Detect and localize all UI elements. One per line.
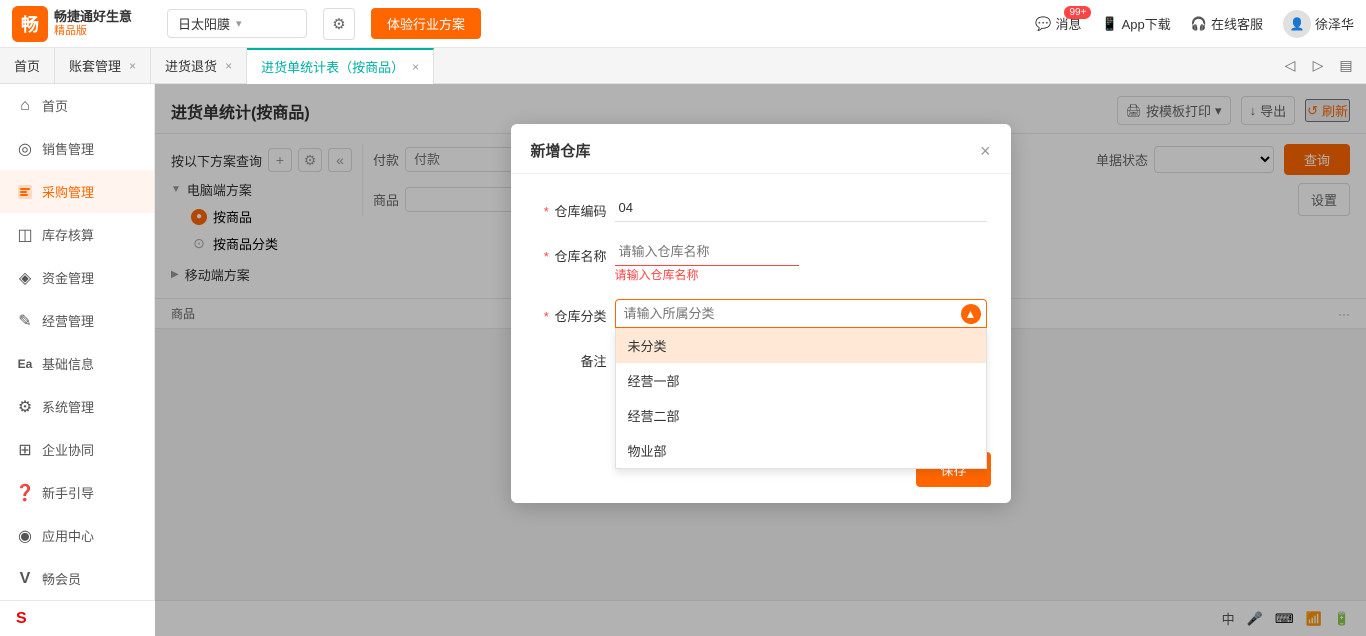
tab-home[interactable]: 首页 bbox=[0, 48, 55, 84]
message-icon: 💬 bbox=[1035, 16, 1051, 32]
tab-close-purchase-return[interactable]: × bbox=[225, 59, 232, 73]
sidebar-item-operation[interactable]: ✎ 经营管理 bbox=[0, 299, 154, 342]
home-icon: ⌂ bbox=[16, 97, 34, 115]
finance-icon: ◈ bbox=[16, 269, 34, 287]
app-download-button[interactable]: 📱 App下载 bbox=[1101, 14, 1170, 33]
modal-overlay: 新增仓库 × * 仓库编码 bbox=[155, 84, 1366, 636]
tab-purchase-return[interactable]: 进货退货 × bbox=[151, 48, 247, 84]
logo-area: 畅 畅捷通好生意 精品版 bbox=[12, 6, 167, 42]
sidebar-item-inventory[interactable]: ◫ 库存核算 bbox=[0, 213, 154, 256]
code-label: * 仓库编码 bbox=[535, 194, 615, 220]
form-row-code: * 仓库编码 bbox=[535, 194, 987, 222]
main-layout: ⌂ 首页 ◎ 销售管理 采购管理 ◫ 库存核算 ◈ 资金管理 ✎ 经营管理 Ea… bbox=[0, 84, 1366, 636]
enterprise-icon: ⊞ bbox=[16, 441, 34, 459]
tab-purchase-stats[interactable]: 进货单统计表（按商品） × bbox=[247, 48, 434, 84]
system-icon: ⚙ bbox=[16, 398, 34, 416]
trial-button[interactable]: 体验行业方案 bbox=[371, 8, 481, 39]
header-actions: ⚙ 体验行业方案 bbox=[323, 8, 481, 40]
modal-body: * 仓库编码 * 仓库名称 bbox=[511, 174, 1011, 440]
inventory-icon: ◫ bbox=[16, 226, 34, 244]
tab-menu-btn[interactable]: ▤ bbox=[1334, 54, 1358, 78]
category-toggle-btn[interactable]: ▲ bbox=[961, 304, 981, 324]
content-area: 进货单统计(按商品) 🖨 按模板打印 ▾ ↓ 导出 ↺ 刷新 bbox=[155, 84, 1366, 636]
top-header: 畅 畅捷通好生意 精品版 日太阳膜 ▾ ⚙ 体验行业方案 💬 消息 99+ 📱 … bbox=[0, 0, 1366, 48]
category-input[interactable] bbox=[615, 299, 987, 328]
sidebar-item-app-center[interactable]: ◉ 应用中心 bbox=[0, 514, 154, 557]
basic-info-icon: Ea bbox=[16, 355, 34, 373]
name-label: * 仓库名称 bbox=[535, 239, 615, 265]
member-icon: V bbox=[16, 570, 34, 588]
user-profile[interactable]: 👤 徐泽华 bbox=[1283, 10, 1354, 38]
store-dropdown-arrow: ▾ bbox=[236, 17, 242, 30]
operation-icon: ✎ bbox=[16, 312, 34, 330]
tab-close-accounts[interactable]: × bbox=[129, 59, 136, 73]
warehouse-name-input[interactable] bbox=[615, 238, 799, 266]
store-selector[interactable]: 日太阳膜 ▾ bbox=[167, 9, 307, 38]
online-service-button[interactable]: 🎧 在线客服 bbox=[1191, 14, 1263, 33]
warehouse-code-input[interactable] bbox=[615, 194, 987, 222]
sidebar-item-guide[interactable]: ❓ 新手引导 bbox=[0, 471, 154, 514]
tab-left-btn[interactable]: ◁ bbox=[1278, 54, 1302, 78]
name-error-msg: 请输入仓库名称 bbox=[615, 266, 699, 283]
message-badge: 99+ bbox=[1064, 6, 1091, 19]
app-center-icon: ◉ bbox=[16, 527, 34, 545]
settings-button[interactable]: ⚙ bbox=[323, 8, 355, 40]
form-row-category: * 仓库分类 ▲ 未分类 经营一部 经营二部 物业部 bbox=[535, 299, 987, 328]
modal-header: 新增仓库 × bbox=[511, 124, 1011, 174]
bottom-logo: S bbox=[16, 610, 27, 628]
note-label: 备注 bbox=[535, 344, 615, 370]
category-label: * 仓库分类 bbox=[535, 299, 615, 325]
tab-close-purchase-stats[interactable]: × bbox=[412, 60, 419, 74]
sidebar-item-member[interactable]: V 畅会员 bbox=[0, 557, 154, 600]
tab-controls: ◁ ▷ ▤ bbox=[1270, 54, 1366, 78]
guide-icon: ❓ bbox=[16, 484, 34, 502]
message-button[interactable]: 💬 消息 99+ bbox=[1035, 14, 1081, 33]
header-right: 💬 消息 99+ 📱 App下载 🎧 在线客服 👤 徐泽华 bbox=[1035, 10, 1354, 38]
sidebar-item-system[interactable]: ⚙ 系统管理 bbox=[0, 385, 154, 428]
tab-accounts[interactable]: 账套管理 × bbox=[55, 48, 151, 84]
logo-text: 畅捷通好生意 精品版 bbox=[54, 9, 132, 38]
sidebar-item-sales[interactable]: ◎ 销售管理 bbox=[0, 127, 154, 170]
sidebar-item-home[interactable]: ⌂ 首页 bbox=[0, 84, 154, 127]
tab-bar: 首页 账套管理 × 进货退货 × 进货单统计表（按商品） × ◁ ▷ ▤ bbox=[0, 48, 1366, 84]
app-icon: 📱 bbox=[1101, 16, 1117, 32]
dropdown-item-dept2[interactable]: 经营二部 bbox=[616, 398, 986, 433]
tab-right-btn[interactable]: ▷ bbox=[1306, 54, 1330, 78]
logo-icon: 畅 bbox=[12, 6, 48, 42]
category-dropdown: 未分类 经营一部 经营二部 物业部 bbox=[615, 328, 987, 469]
purchase-icon bbox=[16, 183, 34, 201]
dropdown-item-uncategorized[interactable]: 未分类 bbox=[616, 328, 986, 363]
avatar: 👤 bbox=[1283, 10, 1311, 38]
sidebar-item-purchase[interactable]: 采购管理 bbox=[0, 170, 154, 213]
sidebar: ⌂ 首页 ◎ 销售管理 采购管理 ◫ 库存核算 ◈ 资金管理 ✎ 经营管理 Ea… bbox=[0, 84, 155, 636]
category-select-wrapper: ▲ 未分类 经营一部 经营二部 物业部 bbox=[615, 299, 987, 328]
form-row-name: * 仓库名称 请输入仓库名称 bbox=[535, 238, 987, 283]
modal-close-button[interactable]: × bbox=[980, 142, 991, 160]
dropdown-item-dept1[interactable]: 经营一部 bbox=[616, 363, 986, 398]
sidebar-item-basic-info[interactable]: Ea 基础信息 bbox=[0, 342, 154, 385]
headset-icon: 🎧 bbox=[1191, 16, 1207, 32]
modal-title: 新增仓库 bbox=[531, 140, 591, 161]
modal-add-warehouse: 新增仓库 × * 仓库编码 bbox=[511, 124, 1011, 503]
sidebar-item-enterprise[interactable]: ⊞ 企业协同 bbox=[0, 428, 154, 471]
dropdown-item-property[interactable]: 物业部 bbox=[616, 433, 986, 468]
sidebar-item-finance[interactable]: ◈ 资金管理 bbox=[0, 256, 154, 299]
sales-icon: ◎ bbox=[16, 140, 34, 158]
